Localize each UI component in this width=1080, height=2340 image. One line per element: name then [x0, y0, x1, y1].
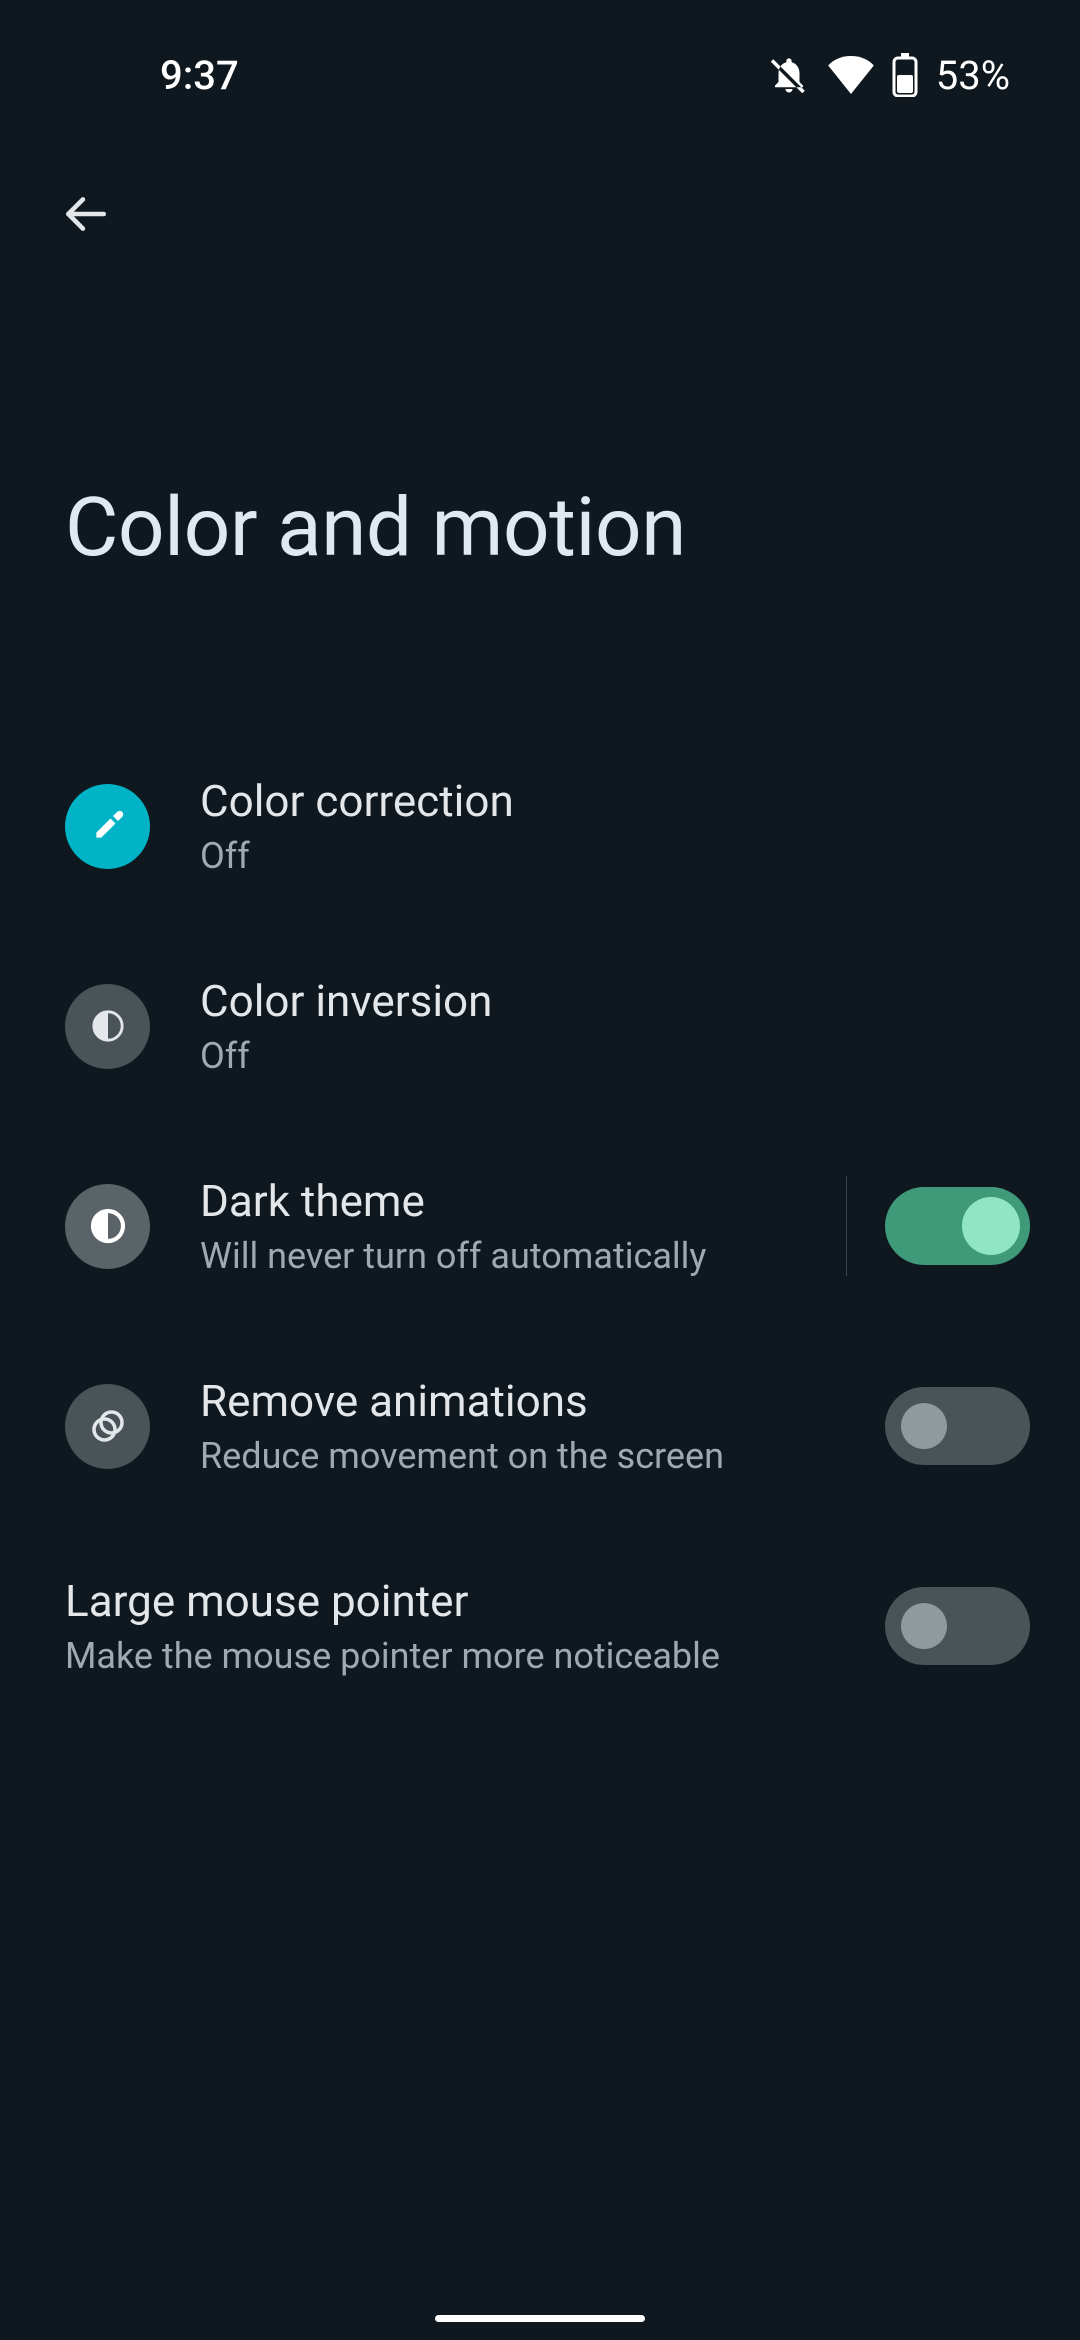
setting-subtitle: Will never turn off automatically	[200, 1235, 836, 1277]
setting-title: Remove animations	[200, 1375, 885, 1427]
settings-list: Color correction Off Color inversion Off…	[0, 576, 1080, 1726]
setting-title: Large mouse pointer	[65, 1575, 885, 1627]
contrast-icon	[65, 984, 150, 1069]
remove-animations-row[interactable]: Remove animations Reduce movement on the…	[0, 1326, 1080, 1526]
status-time: 9:37	[50, 52, 239, 99]
dark-mode-icon	[65, 1184, 150, 1269]
dnd-off-icon	[768, 54, 810, 96]
dark-theme-row[interactable]: Dark theme Will never turn off automatic…	[0, 1126, 1080, 1326]
eyedropper-icon	[65, 784, 150, 869]
setting-title: Dark theme	[200, 1175, 836, 1227]
large-mouse-pointer-row[interactable]: Large mouse pointer Make the mouse point…	[0, 1526, 1080, 1726]
setting-title: Color correction	[200, 775, 1030, 827]
battery-icon	[892, 53, 918, 97]
animation-icon	[65, 1384, 150, 1469]
page-title: Color and motion	[0, 250, 1080, 576]
setting-title: Color inversion	[200, 975, 1030, 1027]
arrow-back-icon	[60, 189, 110, 242]
setting-subtitle: Make the mouse pointer more noticeable	[65, 1635, 885, 1677]
back-button[interactable]	[50, 180, 120, 250]
app-bar	[0, 120, 1080, 250]
color-correction-row[interactable]: Color correction Off	[0, 726, 1080, 926]
wifi-icon	[828, 56, 874, 94]
color-inversion-row[interactable]: Color inversion Off	[0, 926, 1080, 1126]
navigation-handle[interactable]	[435, 2315, 645, 2322]
setting-subtitle: Off	[200, 1035, 1030, 1077]
setting-subtitle: Off	[200, 835, 1030, 877]
dark-theme-toggle[interactable]	[885, 1187, 1030, 1265]
setting-subtitle: Reduce movement on the screen	[200, 1435, 885, 1477]
remove-animations-toggle[interactable]	[885, 1387, 1030, 1465]
large-mouse-pointer-toggle[interactable]	[885, 1587, 1030, 1665]
battery-percent: 53%	[936, 52, 1010, 99]
status-icons: 53%	[768, 52, 1030, 99]
vertical-divider	[846, 1176, 847, 1276]
status-bar: 9:37 53%	[0, 0, 1080, 120]
